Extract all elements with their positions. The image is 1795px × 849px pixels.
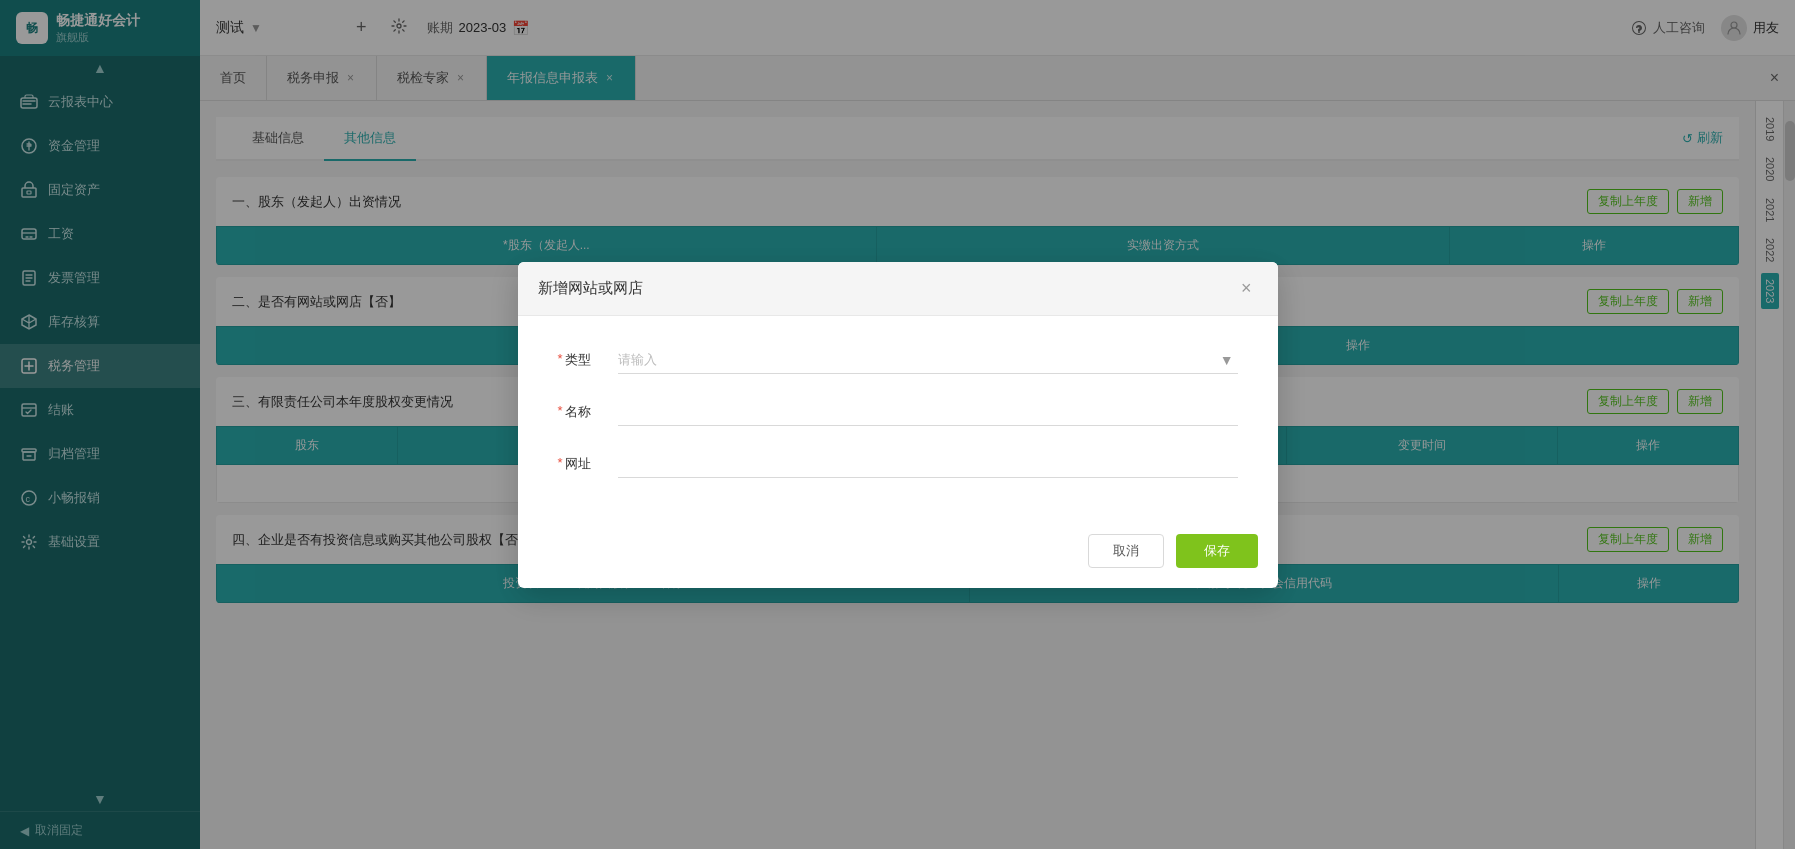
url-label: * 网址 — [558, 455, 618, 473]
type-input[interactable] — [618, 346, 1238, 374]
type-required-star: * — [558, 351, 563, 369]
form-row-type: * 类型 ▼ — [558, 346, 1238, 374]
modal-footer: 取消 保存 — [518, 522, 1278, 588]
url-label-text: 网址 — [565, 455, 591, 473]
form-row-name: * 名称 — [558, 398, 1238, 426]
modal-close-button[interactable]: × — [1235, 276, 1258, 301]
add-website-modal: 新增网站或网店 × * 类型 ▼ * 名称 — [518, 262, 1278, 588]
name-label: * 名称 — [558, 403, 618, 421]
name-input[interactable] — [618, 398, 1238, 426]
url-required-star: * — [558, 455, 563, 473]
modal-body: * 类型 ▼ * 名称 * — [518, 316, 1278, 522]
type-label-text: 类型 — [565, 351, 591, 369]
type-field: ▼ — [618, 346, 1238, 374]
name-field — [618, 398, 1238, 426]
save-button[interactable]: 保存 — [1176, 534, 1258, 568]
name-required-star: * — [558, 403, 563, 421]
modal-overlay[interactable]: 新增网站或网店 × * 类型 ▼ * 名称 — [0, 0, 1795, 849]
name-label-text: 名称 — [565, 403, 591, 421]
type-label: * 类型 — [558, 351, 618, 369]
url-field — [618, 450, 1238, 478]
cancel-button[interactable]: 取消 — [1088, 534, 1164, 568]
modal-title: 新增网站或网店 — [538, 279, 643, 298]
url-input[interactable] — [618, 450, 1238, 478]
form-row-url: * 网址 — [558, 450, 1238, 478]
modal-header: 新增网站或网店 × — [518, 262, 1278, 316]
modal-close-icon: × — [1241, 278, 1252, 298]
